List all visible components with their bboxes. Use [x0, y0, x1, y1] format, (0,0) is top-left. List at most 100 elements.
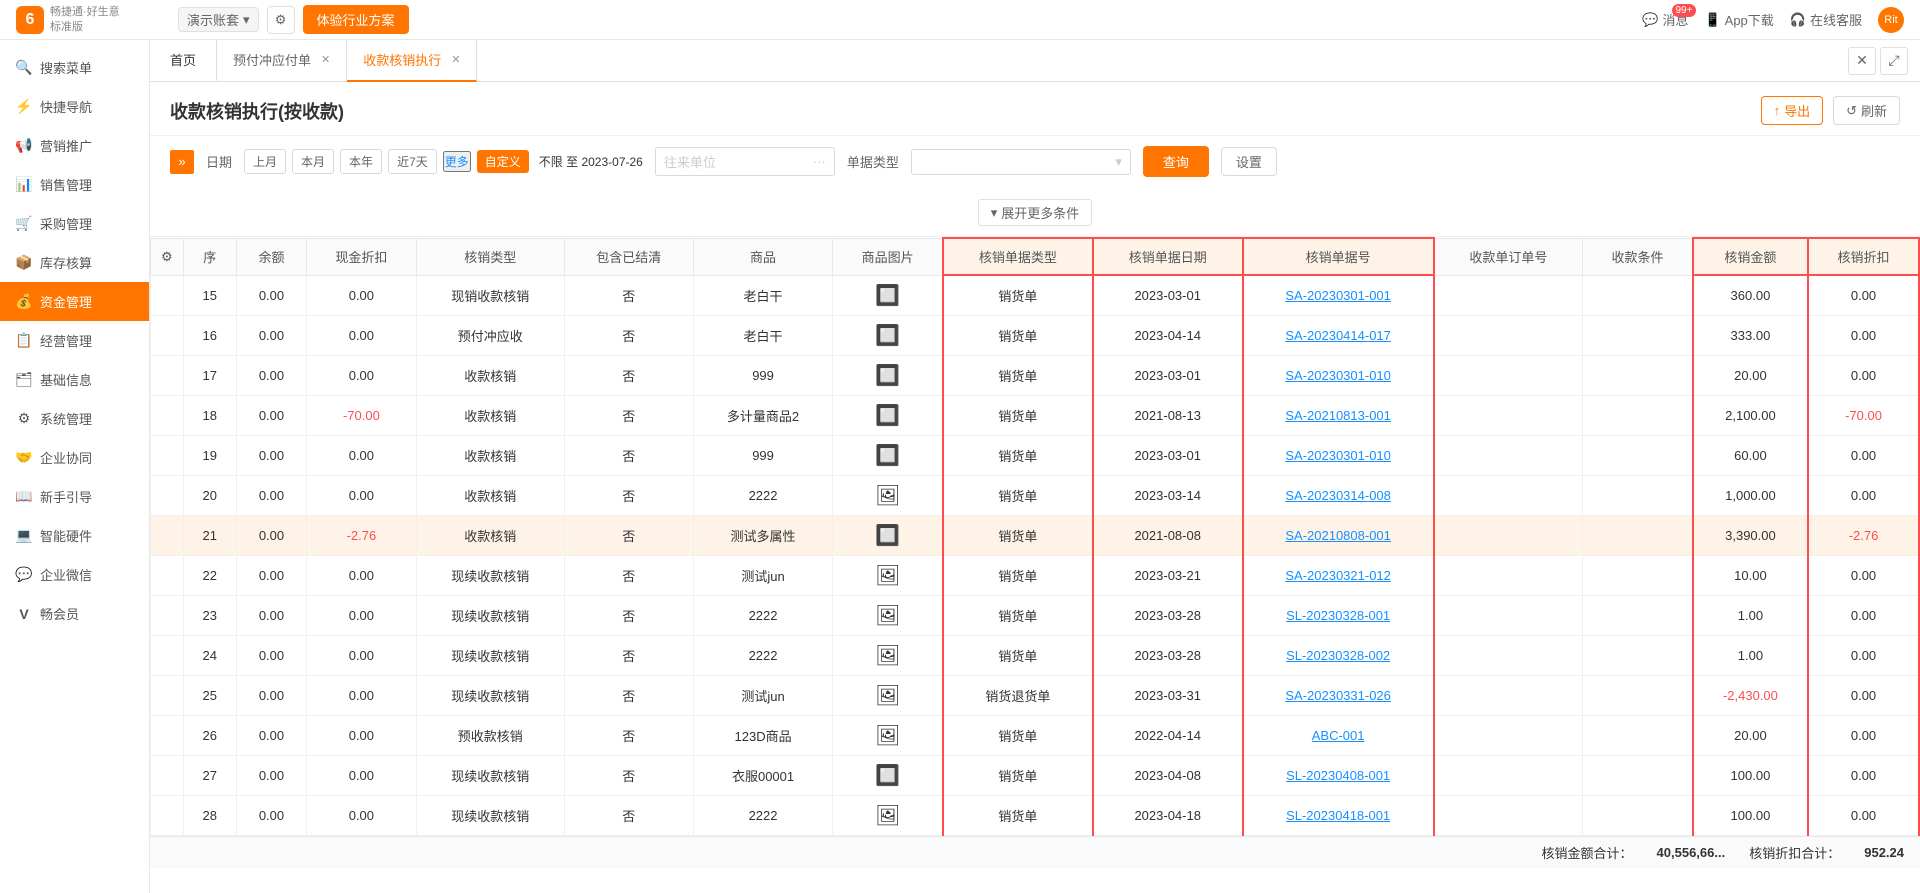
user-avatar[interactable]: Rit [1878, 7, 1904, 33]
refresh-button[interactable]: ↺ 刷新 [1833, 96, 1900, 125]
voucher-no-link[interactable]: SA-20230331-026 [1285, 688, 1391, 703]
tab-expand-btn[interactable]: ⤢ [1880, 47, 1908, 75]
cell-product: 2222 [693, 475, 833, 515]
cell-cash-discount: 0.00 [307, 635, 416, 675]
cell-gear [151, 355, 184, 395]
tab-writeoff[interactable]: 收款核销执行 ✕ [347, 40, 477, 82]
voucher-no-link[interactable]: SA-20230301-010 [1285, 448, 1391, 463]
online-service-button[interactable]: 🎧 在线客服 [1790, 10, 1862, 29]
sidebar-item-collab[interactable]: 🤝 企业协同 [0, 438, 149, 477]
sidebar-item-hardware[interactable]: 💻 智能硬件 [0, 516, 149, 555]
query-button[interactable]: 查询 [1143, 146, 1209, 177]
voucher-no-link[interactable]: SA-20230301-001 [1285, 288, 1391, 303]
cell-voucher-no[interactable]: SL-20230418-001 [1243, 795, 1434, 835]
cell-write-off-amount: 333.00 [1693, 315, 1808, 355]
sidebar-item-wechat[interactable]: 💬 企业微信 [0, 555, 149, 594]
tab-prepay[interactable]: 预付冲应付单 ✕ [217, 40, 347, 82]
sidebar-item-guide[interactable]: 📖 新手引导 [0, 477, 149, 516]
voucher-type-select[interactable]: ▾ [911, 149, 1131, 175]
cell-balance: 0.00 [236, 475, 306, 515]
cell-voucher-no[interactable]: SA-20230301-001 [1243, 275, 1434, 315]
org-selector[interactable]: 演示账套 ▾ [178, 7, 259, 32]
cell-payment-terms [1583, 555, 1693, 595]
voucher-no-link[interactable]: ABC-001 [1312, 728, 1365, 743]
cell-voucher-no[interactable]: SA-20230331-026 [1243, 675, 1434, 715]
cell-voucher-no[interactable]: SA-20210813-001 [1243, 395, 1434, 435]
tab-close-btn[interactable]: ✕ [1848, 47, 1876, 75]
cell-voucher-no[interactable]: SL-20230328-002 [1243, 635, 1434, 675]
cell-write-off-amount: 60.00 [1693, 435, 1808, 475]
sidebar-item-purchase[interactable]: 🛒 采购管理 [0, 204, 149, 243]
message-button[interactable]: 💬 消息 99+ [1642, 10, 1688, 29]
counterpart-dots[interactable]: ··· [813, 154, 826, 169]
cell-voucher-no[interactable]: SL-20230408-001 [1243, 755, 1434, 795]
industry-button[interactable]: 体验行业方案 [303, 5, 409, 34]
sidebar-item-sales[interactable]: 📊 销售管理 [0, 165, 149, 204]
date-more-btn[interactable]: 更多 [443, 151, 471, 172]
voucher-no-link[interactable]: SA-20230414-017 [1285, 328, 1391, 343]
expand-more-btn[interactable]: ▾ 展开更多条件 [978, 199, 1093, 226]
cell-write-off-type: 预收款核销 [416, 715, 564, 755]
date-last-7days[interactable]: 近7天 [388, 149, 437, 174]
voucher-no-link[interactable]: SL-20230408-001 [1286, 768, 1390, 783]
cell-receipt-order-no [1434, 515, 1583, 555]
cell-product: 测试jun [693, 675, 833, 715]
cell-balance: 0.00 [236, 395, 306, 435]
sidebar-item-marketing[interactable]: 📢 营销推广 [0, 126, 149, 165]
voucher-no-link[interactable]: SL-20230418-001 [1286, 808, 1390, 823]
date-custom-btn[interactable]: 自定义 [477, 150, 529, 173]
cell-payment-terms [1583, 715, 1693, 755]
sidebar-item-finance[interactable]: 💰 资金管理 [0, 282, 149, 321]
voucher-no-link[interactable]: SA-20210813-001 [1285, 408, 1391, 423]
sidebar-item-base[interactable]: 🗂 基础信息 [0, 360, 149, 399]
cell-voucher-no[interactable]: SA-20230321-012 [1243, 555, 1434, 595]
sidebar-item-nav[interactable]: ⚡ 快捷导航 [0, 87, 149, 126]
cell-cash-discount: -2.76 [307, 515, 416, 555]
voucher-no-link[interactable]: SA-20210808-001 [1285, 528, 1391, 543]
total-amount-label: 核销金额合计： [1542, 843, 1633, 862]
cell-cash-discount: 0.00 [307, 795, 416, 835]
lightning-icon: ⚡ [16, 99, 32, 115]
date-this-month[interactable]: 本月 [292, 149, 334, 174]
cell-product: 测试多属性 [693, 515, 833, 555]
cell-receipt-order-no [1434, 715, 1583, 755]
cell-balance: 0.00 [236, 355, 306, 395]
counterpart-input[interactable]: 往来单位 ··· [655, 147, 835, 176]
voucher-no-link[interactable]: SA-20230314-008 [1285, 488, 1391, 503]
filter-settings-button[interactable]: 设置 [1221, 147, 1277, 176]
sidebar-item-search[interactable]: 🔍 搜索菜单 [0, 48, 149, 87]
cell-voucher-no[interactable]: SA-20230414-017 [1243, 315, 1434, 355]
sidebar-item-system[interactable]: ⚙ 系统管理 [0, 399, 149, 438]
cell-receipt-order-no [1434, 395, 1583, 435]
tab-close-prepay[interactable]: ✕ [321, 53, 330, 66]
sidebar-item-operations[interactable]: 📋 经营管理 [0, 321, 149, 360]
cell-payment-terms [1583, 395, 1693, 435]
export-button[interactable]: ↑ 导出 [1761, 96, 1824, 125]
sidebar-item-member[interactable]: V 畅会员 [0, 594, 149, 633]
cell-voucher-no[interactable]: SA-20230301-010 [1243, 435, 1434, 475]
filter-expand-icon[interactable]: » [170, 150, 194, 174]
voucher-no-link[interactable]: SL-20230328-002 [1286, 648, 1390, 663]
table-container: ⚙ 序 余额 现金折扣 核销类型 包含已结清 商品 商品图片 核销单据类型 核销… [150, 237, 1920, 868]
app-download-button[interactable]: 📱 App下载 [1704, 10, 1773, 29]
tab-close-writeoff[interactable]: ✕ [451, 53, 460, 66]
table-row: 210.00-2.76收款核销否测试多属性🔲销货单2021-08-08SA-20… [151, 515, 1920, 555]
voucher-no-link[interactable]: SL-20230328-001 [1286, 608, 1390, 623]
cell-voucher-date: 2023-03-01 [1093, 275, 1243, 315]
voucher-no-link[interactable]: SA-20230321-012 [1285, 568, 1391, 583]
table-row: 180.00-70.00收款核销否多计量商品2🔲销货单2021-08-13SA-… [151, 395, 1920, 435]
date-last-month[interactable]: 上月 [244, 149, 286, 174]
cell-voucher-no[interactable]: SL-20230328-001 [1243, 595, 1434, 635]
cell-voucher-no[interactable]: SA-20230314-008 [1243, 475, 1434, 515]
cell-cash-discount: 0.00 [307, 555, 416, 595]
voucher-no-link[interactable]: SA-20230301-010 [1285, 368, 1391, 383]
cell-voucher-type: 销货单 [943, 435, 1093, 475]
col-header-gear[interactable]: ⚙ [151, 238, 184, 275]
date-this-year[interactable]: 本年 [340, 149, 382, 174]
cell-voucher-no[interactable]: ABC-001 [1243, 715, 1434, 755]
cell-voucher-no[interactable]: SA-20210808-001 [1243, 515, 1434, 555]
sidebar-item-inventory[interactable]: 📦 库存核算 [0, 243, 149, 282]
cell-voucher-no[interactable]: SA-20230301-010 [1243, 355, 1434, 395]
tab-home[interactable]: 首页 [150, 40, 217, 82]
gear-button[interactable]: ⚙ [267, 6, 295, 34]
